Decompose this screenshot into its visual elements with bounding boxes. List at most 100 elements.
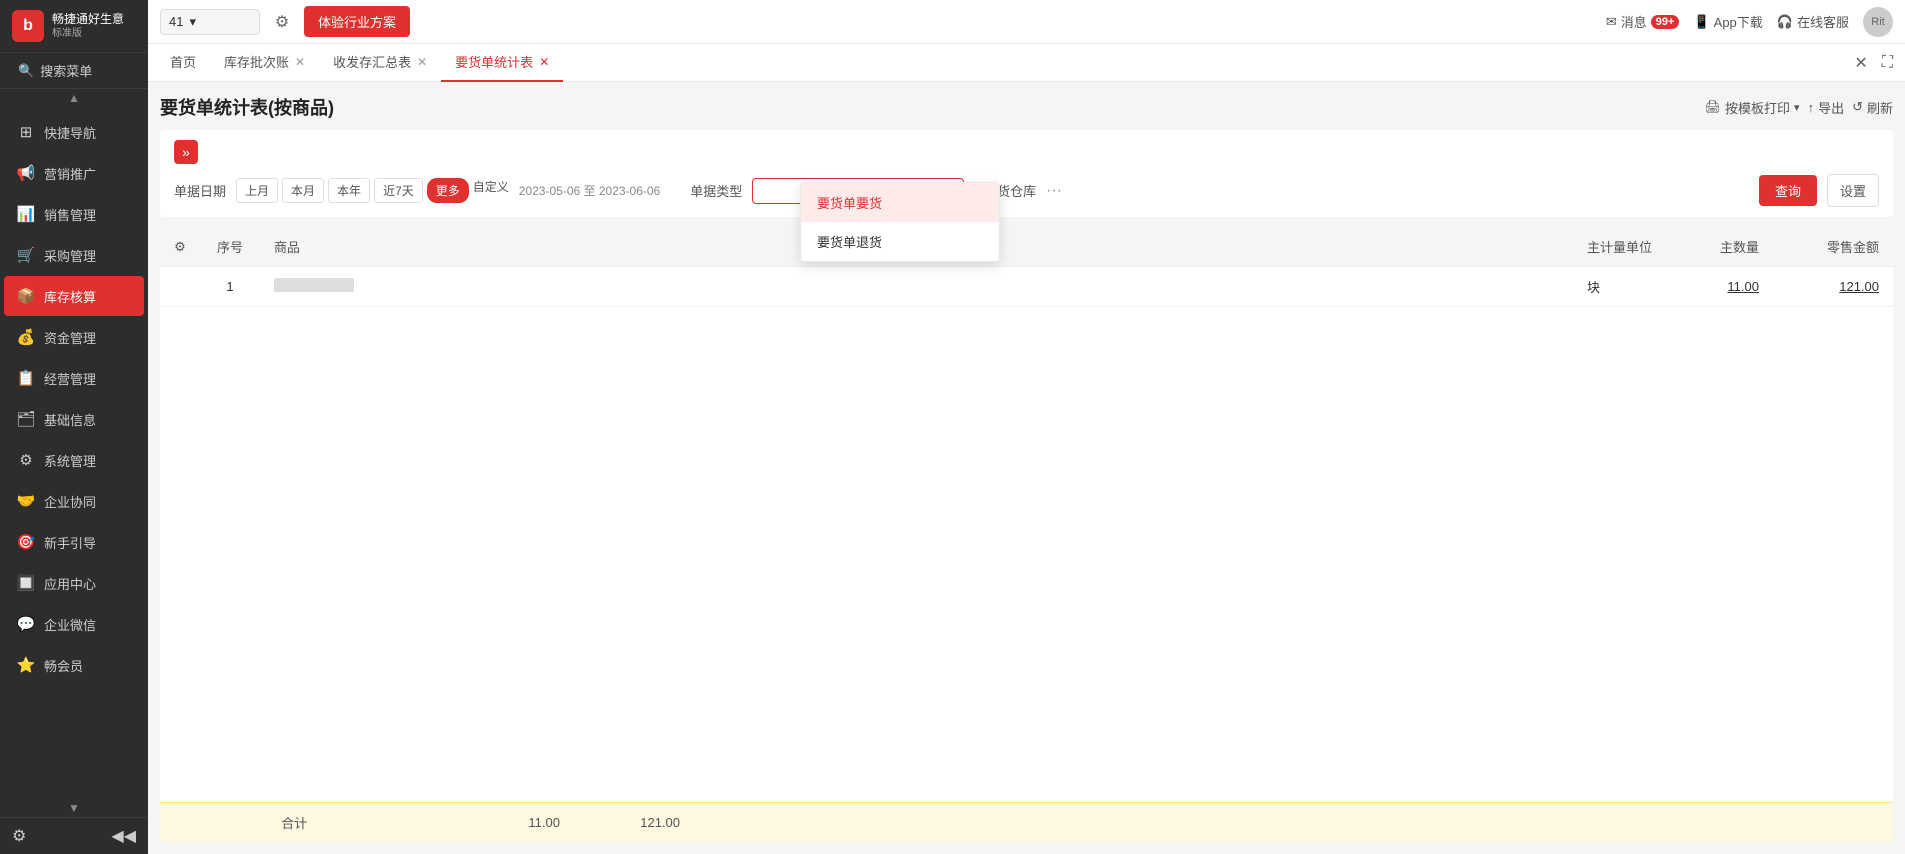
trial-btn[interactable]: 体验行业方案	[304, 6, 410, 37]
content-area: 要货单统计表(按商品) 🖨 按模板打印 ▾ ↑ 导出 ↺ 刷新 »	[148, 82, 1905, 854]
sidebar-item-wechat[interactable]: 💬 企业微信	[4, 604, 144, 644]
print-btn[interactable]: 🖨 按模板打印 ▾	[1705, 98, 1800, 117]
basics-icon: 🗂	[16, 409, 36, 429]
sidebar-item-inventory[interactable]: 📦 库存核算	[4, 276, 144, 316]
tab-close-order-stats[interactable]: ✕	[539, 55, 549, 69]
sidebar-item-guide[interactable]: 🎯 新手引导	[4, 522, 144, 562]
col-settings[interactable]: ⚙	[160, 227, 200, 267]
member-icon: ⭐	[16, 655, 36, 675]
export-btn[interactable]: ↑ 导出	[1808, 98, 1845, 117]
system-icon: ⚙	[16, 450, 36, 470]
col-num: 序号	[200, 227, 260, 267]
date-buttons: 上月 本月 本年 近7天 更多 自定义	[236, 178, 509, 203]
data-table: ⚙ 序号 商品 主计量单位 主数量 零售金额 1	[160, 227, 1893, 307]
custom-date-btn[interactable]: 自定义	[473, 178, 509, 203]
marketing-icon: 📢	[16, 163, 36, 183]
tab-expand-btn[interactable]: ⛶	[1878, 50, 1897, 76]
sidebar-scroll-down[interactable]: ▼	[0, 799, 148, 817]
sidebar-item-finance[interactable]: 💰 资金管理	[4, 317, 144, 357]
messages-btn[interactable]: ✉ 消息 99+	[1606, 12, 1680, 31]
refresh-btn[interactable]: ↺ 刷新	[1852, 98, 1893, 117]
topbar-settings-btn[interactable]: ⚙	[268, 8, 296, 36]
message-icon: ✉	[1606, 14, 1617, 30]
sidebar-item-operations[interactable]: 📋 经营管理	[4, 358, 144, 398]
filter-settings-btn[interactable]: 设置	[1827, 174, 1879, 207]
warehouse-filter-dots[interactable]: ···	[1046, 182, 1062, 200]
export-icon: ↑	[1808, 100, 1815, 115]
sidebar-scroll-up[interactable]: ▲	[0, 89, 148, 107]
user-avatar[interactable]: Rit	[1863, 7, 1893, 37]
table-wrap: ⚙ 序号 商品 主计量单位 主数量 零售金额 1	[160, 227, 1893, 802]
sidebar-item-enterprise[interactable]: 🤝 企业协同	[4, 481, 144, 521]
dropdown-item-order-goods[interactable]: 要货单要货	[801, 183, 999, 222]
sidebar-item-marketing[interactable]: 📢 营销推广	[4, 153, 144, 193]
filter-row-1: 单据日期 上月 本月 本年 近7天 更多 自定义 2023-05-06 至 20…	[174, 174, 1879, 207]
refresh-icon: ↺	[1852, 99, 1863, 115]
col-qty: 主数量	[1673, 227, 1773, 267]
sidebar: b 畅捷通好生意 标准版 🔍 搜索菜单 ▲ ⊞ 快捷导航 📢 营销推广 📊 销售…	[0, 0, 148, 854]
tabbar-right: ✕ ⛶	[1850, 49, 1905, 77]
enterprise-icon: 🤝	[16, 491, 36, 511]
table-header-row: ⚙ 序号 商品 主计量单位 主数量 零售金额	[160, 227, 1893, 267]
sidebar-item-purchase[interactable]: 🛒 采购管理	[4, 235, 144, 275]
tabbar: 首页 库存批次账 ✕ 收发存汇总表 ✕ 要货单统计表 ✕ ✕ ⛶	[148, 44, 1905, 82]
sidebar-item-quick-nav[interactable]: ⊞ 快捷导航	[4, 112, 144, 152]
tab-close-all-btn[interactable]: ✕	[1850, 49, 1871, 77]
type-filter-label: 单据类型	[690, 181, 742, 200]
sidebar-item-system[interactable]: ⚙ 系统管理	[4, 440, 144, 480]
main: 41 ▾ ⚙ 体验行业方案 ✉ 消息 99+ 📱 App下载 🎧 在线客服 Ri…	[148, 0, 1905, 854]
topbar: 41 ▾ ⚙ 体验行业方案 ✉ 消息 99+ 📱 App下载 🎧 在线客服 Ri…	[148, 0, 1905, 44]
table-footer: 合计 11.00 121.00	[160, 802, 1893, 842]
last-7-days-btn[interactable]: 近7天	[374, 178, 423, 203]
tab-order-stats[interactable]: 要货单统计表 ✕	[441, 44, 563, 82]
sidebar-bottom: ⚙ ◀◀	[0, 817, 148, 854]
collapse-btn[interactable]: ◀◀	[111, 826, 136, 846]
sidebar-item-member[interactable]: ⭐ 畅会员	[4, 645, 144, 685]
dropdown-item-order-return[interactable]: 要货单退货	[801, 222, 999, 261]
tab-inventory-batch[interactable]: 库存批次账 ✕	[210, 44, 319, 82]
row-amount: 121.00	[1773, 267, 1893, 307]
query-btn[interactable]: 查询	[1759, 175, 1817, 206]
row-num: 1	[200, 267, 260, 307]
this-year-btn[interactable]: 本年	[328, 178, 370, 203]
sidebar-item-apps[interactable]: 🔲 应用中心	[4, 563, 144, 603]
sidebar-nav: ⊞ 快捷导航 📢 营销推广 📊 销售管理 🛒 采购管理 📦 库存核算 💰 资金管…	[0, 107, 148, 799]
online-service-btn[interactable]: 🎧 在线客服	[1777, 12, 1849, 31]
store-selector[interactable]: 41 ▾	[160, 9, 260, 35]
sidebar-item-sales[interactable]: 📊 销售管理	[4, 194, 144, 234]
tab-close-receive-summary[interactable]: ✕	[417, 55, 427, 69]
col-unit: 主计量单位	[1573, 227, 1673, 267]
phone-icon: 📱	[1693, 14, 1709, 30]
tab-receive-summary[interactable]: 收发存汇总表 ✕	[319, 44, 441, 82]
topbar-left: 41 ▾ ⚙ 体验行业方案	[160, 6, 410, 37]
settings-icon[interactable]: ⚙	[12, 826, 26, 846]
print-icon: 🖨	[1705, 99, 1722, 115]
logo-icon: b	[12, 10, 44, 42]
app-download-btn[interactable]: 📱 App下载	[1693, 12, 1762, 31]
footer-qty: 11.00	[474, 815, 574, 830]
guide-icon: 🎯	[16, 532, 36, 552]
wechat-icon: 💬	[16, 614, 36, 634]
search-icon: 🔍	[18, 63, 34, 79]
footer-label: 合计	[174, 813, 374, 832]
more-btn[interactable]: 更多	[427, 178, 469, 203]
type-dropdown: 要货单要货 要货单退货	[800, 182, 1000, 262]
apps-icon: 🔲	[16, 573, 36, 593]
last-month-btn[interactable]: 上月	[236, 178, 278, 203]
sidebar-logo: b 畅捷通好生意 标准版	[0, 0, 148, 53]
page-header: 要货单统计表(按商品) 🖨 按模板打印 ▾ ↑ 导出 ↺ 刷新	[160, 94, 1893, 120]
tab-home[interactable]: 首页	[156, 44, 210, 82]
purchase-icon: 🛒	[16, 245, 36, 265]
topbar-right: ✉ 消息 99+ 📱 App下载 🎧 在线客服 Rit	[1606, 7, 1893, 37]
row-settings	[160, 267, 200, 307]
operations-icon: 📋	[16, 368, 36, 388]
table-row: 1 块 11.00 121.00	[160, 267, 1893, 307]
page-title: 要货单统计表(按商品)	[160, 94, 334, 120]
this-month-btn[interactable]: 本月	[282, 178, 324, 203]
tab-close-inventory-batch[interactable]: ✕	[295, 55, 305, 69]
sidebar-search[interactable]: 🔍 搜索菜单	[0, 53, 148, 89]
filter-expand-btn[interactable]: »	[174, 140, 198, 164]
logo-text: 畅捷通好生意 标准版	[52, 12, 124, 41]
sales-icon: 📊	[16, 204, 36, 224]
sidebar-item-basics[interactable]: 🗂 基础信息	[4, 399, 144, 439]
